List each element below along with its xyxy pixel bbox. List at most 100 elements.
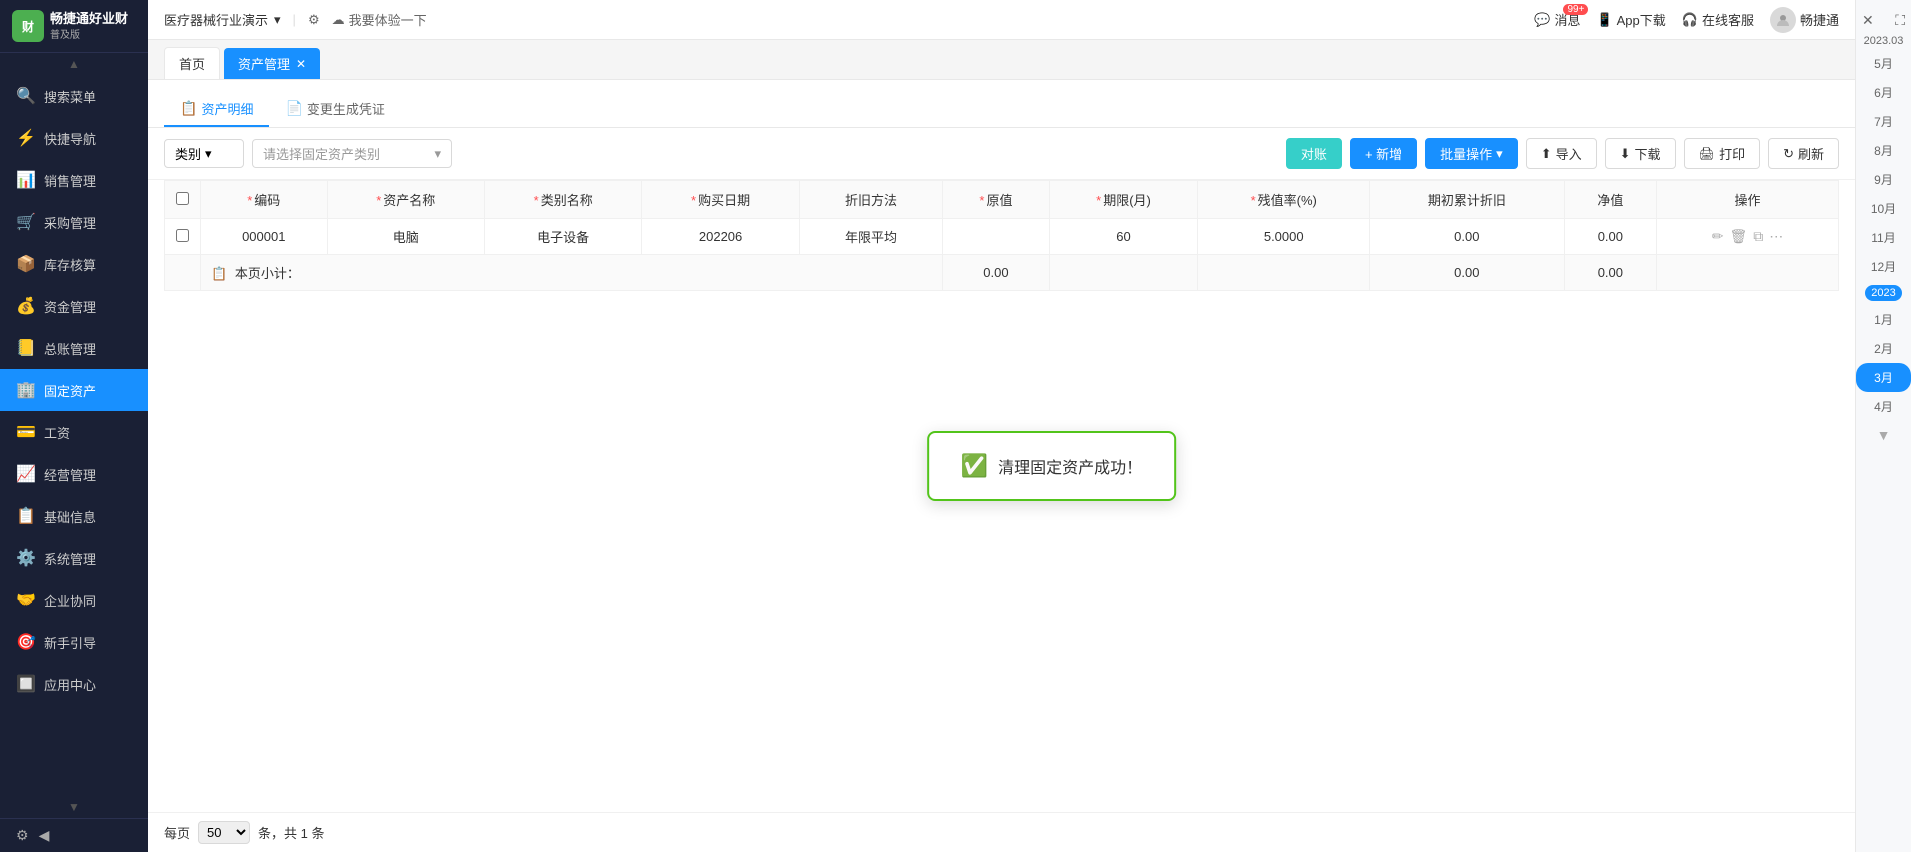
cell-asset-name: 电脑	[327, 219, 484, 255]
sidebar-item-search[interactable]: 🔍 搜索菜单	[0, 75, 148, 117]
new-button[interactable]: + 新增	[1350, 138, 1417, 169]
cell-category-name: 电子设备	[484, 219, 641, 255]
cloud-icon: ☁	[332, 12, 345, 28]
tab-asset-management[interactable]: 资产管理 ✕	[224, 48, 320, 79]
import-icon: ⬆	[1541, 146, 1552, 162]
right-panel-close-icon[interactable]: ✕	[1862, 12, 1874, 29]
download-icon: 📱	[1596, 12, 1612, 28]
payroll-icon: 💳	[16, 422, 36, 442]
sidebar-item-quick-nav[interactable]: ⚡ 快捷导航	[0, 117, 148, 159]
print-icon: 🖨	[1699, 146, 1716, 162]
month-12[interactable]: 12月	[1856, 252, 1911, 281]
month-8[interactable]: 8月	[1856, 136, 1911, 165]
scroll-down-button[interactable]: ▼	[0, 796, 148, 818]
year-2023-label: 2023	[1865, 285, 1901, 301]
select-all-checkbox[interactable]	[176, 192, 189, 205]
asset-detail-icon: 📋	[180, 100, 197, 117]
sidebar-item-cooperation[interactable]: 🤝 企业协同	[0, 579, 148, 621]
month-7[interactable]: 7月	[1856, 107, 1911, 136]
app-download-button[interactable]: 📱 App下载	[1596, 10, 1665, 29]
message-button[interactable]: 💬 消息 99+	[1534, 10, 1580, 29]
online-service-button[interactable]: 🎧 在线客服	[1682, 10, 1754, 29]
asset-table: *编码 *资产名称 *类别名称 *购买日期 折旧方法 *原值 *期限(月) *残…	[164, 180, 1839, 291]
ledger-icon: 📒	[16, 338, 36, 358]
select-all-header[interactable]	[165, 181, 201, 219]
guide-icon: 🎯	[16, 632, 36, 652]
message-icon: 💬	[1534, 12, 1550, 28]
sidebar-item-inventory[interactable]: 📦 库存核算	[0, 243, 148, 285]
subtotal-initial-depreciation: 0.00	[1370, 255, 1565, 291]
settings-bottom-icon[interactable]: ⚙	[16, 827, 29, 844]
col-period-months: *期限(月)	[1049, 181, 1198, 219]
sidebar-item-label: 企业协同	[44, 591, 96, 610]
topbar: 医疗器械行业演示 ▾ | ⚙ ☁ 我要体验一下 💬 消息 99+ 📱 App下载…	[148, 0, 1855, 40]
app-center-icon: 🔲	[16, 674, 36, 694]
month-9[interactable]: 9月	[1856, 165, 1911, 194]
sidebar-item-ledger[interactable]: 📒 总账管理	[0, 327, 148, 369]
month-11[interactable]: 11月	[1856, 223, 1911, 252]
tab-close-icon[interactable]: ✕	[296, 57, 306, 71]
import-button[interactable]: ⬆ 导入	[1526, 138, 1597, 169]
col-actions: 操作	[1657, 181, 1839, 219]
settings-icon[interactable]: ⚙	[308, 12, 320, 28]
sidebar: 财 畅捷通好业财 普及版 ▲ 🔍 搜索菜单 ⚡ 快捷导航 📊 销售管理 🛒 采购…	[0, 0, 148, 852]
col-category-name: *类别名称	[484, 181, 641, 219]
sidebar-item-funds[interactable]: 💰 资金管理	[0, 285, 148, 327]
user-menu[interactable]: 畅捷通	[1770, 7, 1839, 33]
month-2023-3[interactable]: 3月	[1856, 363, 1911, 392]
per-page-select[interactable]: 50 10 20 100	[198, 821, 250, 844]
subtab-change-voucher[interactable]: 📄 变更生成凭证	[269, 92, 400, 127]
toolbar: 类别 ▾ 请选择固定资产类别 ▾ 对账 + 新增 批量操作 ▾ ⬆	[148, 128, 1855, 180]
sidebar-item-guide[interactable]: 🎯 新手引导	[0, 621, 148, 663]
copy-icon[interactable]: ⧉	[1753, 228, 1763, 245]
download-button[interactable]: ⬇ 下载	[1605, 138, 1676, 169]
subtotal-empty2	[1198, 255, 1370, 291]
right-panel-expand-icon[interactable]: ⛶	[1895, 12, 1905, 29]
topbar-right: 💬 消息 99+ 📱 App下载 🎧 在线客服 畅捷通	[1534, 7, 1839, 33]
edit-icon[interactable]: ✏	[1712, 228, 1724, 245]
month-5[interactable]: 5月	[1856, 49, 1911, 78]
sidebar-item-fixed-assets[interactable]: 🏢 固定资产	[0, 369, 148, 411]
sidebar-item-label: 总账管理	[44, 339, 96, 358]
sidebar-item-operations[interactable]: 📈 经营管理	[0, 453, 148, 495]
company-dropdown-icon: ▾	[274, 12, 281, 28]
collapse-icon[interactable]: ◀	[39, 827, 50, 844]
month-6[interactable]: 6月	[1856, 78, 1911, 107]
sidebar-item-label: 快捷导航	[44, 129, 96, 148]
company-selector[interactable]: 医疗器械行业演示 ▾	[164, 10, 281, 29]
cell-original-value	[943, 219, 1049, 255]
month-10[interactable]: 10月	[1856, 194, 1911, 223]
tab-home[interactable]: 首页	[164, 47, 220, 79]
row-checkbox[interactable]	[176, 229, 189, 242]
col-original-value: *原值	[943, 181, 1049, 219]
sidebar-item-app-center[interactable]: 🔲 应用中心	[0, 663, 148, 705]
panel-scroll-down[interactable]: ▼	[1871, 421, 1897, 449]
reconcile-button[interactable]: 对账	[1286, 138, 1342, 169]
delete-icon[interactable]: 🗑	[1730, 228, 1748, 245]
month-2023-1[interactable]: 1月	[1856, 305, 1911, 334]
print-button[interactable]: 🖨 打印	[1684, 138, 1761, 169]
row-checkbox-cell[interactable]	[165, 219, 201, 255]
category-input[interactable]: 请选择固定资产类别 ▾	[252, 139, 452, 168]
month-2023-4[interactable]: 4月	[1856, 392, 1911, 421]
subtab-asset-detail[interactable]: 📋 资产明细	[164, 92, 269, 127]
sidebar-item-payroll[interactable]: 💳 工资	[0, 411, 148, 453]
batch-button[interactable]: 批量操作 ▾	[1425, 138, 1518, 169]
sidebar-item-basic-info[interactable]: 📋 基础信息	[0, 495, 148, 537]
sidebar-item-system[interactable]: ⚙️ 系统管理	[0, 537, 148, 579]
sidebar-item-sales[interactable]: 📊 销售管理	[0, 159, 148, 201]
more-icon[interactable]: ⋯	[1769, 228, 1783, 245]
month-2023-2[interactable]: 2月	[1856, 334, 1911, 363]
sidebar-item-label: 新手引导	[44, 633, 96, 652]
system-icon: ⚙️	[16, 548, 36, 568]
refresh-button[interactable]: ↻ 刷新	[1768, 138, 1839, 169]
scroll-up-button[interactable]: ▲	[0, 53, 148, 75]
cell-purchase-date: 202206	[642, 219, 799, 255]
experience-button[interactable]: ☁ 我要体验一下	[332, 10, 427, 29]
cell-initial-depreciation: 0.00	[1370, 219, 1565, 255]
sidebar-item-purchase[interactable]: 🛒 采购管理	[0, 201, 148, 243]
purchase-icon: 🛒	[16, 212, 36, 232]
sidebar-item-label: 固定资产	[44, 381, 96, 400]
category-select[interactable]: 类别 ▾	[164, 139, 244, 168]
subtotal-checkbox	[165, 255, 201, 291]
